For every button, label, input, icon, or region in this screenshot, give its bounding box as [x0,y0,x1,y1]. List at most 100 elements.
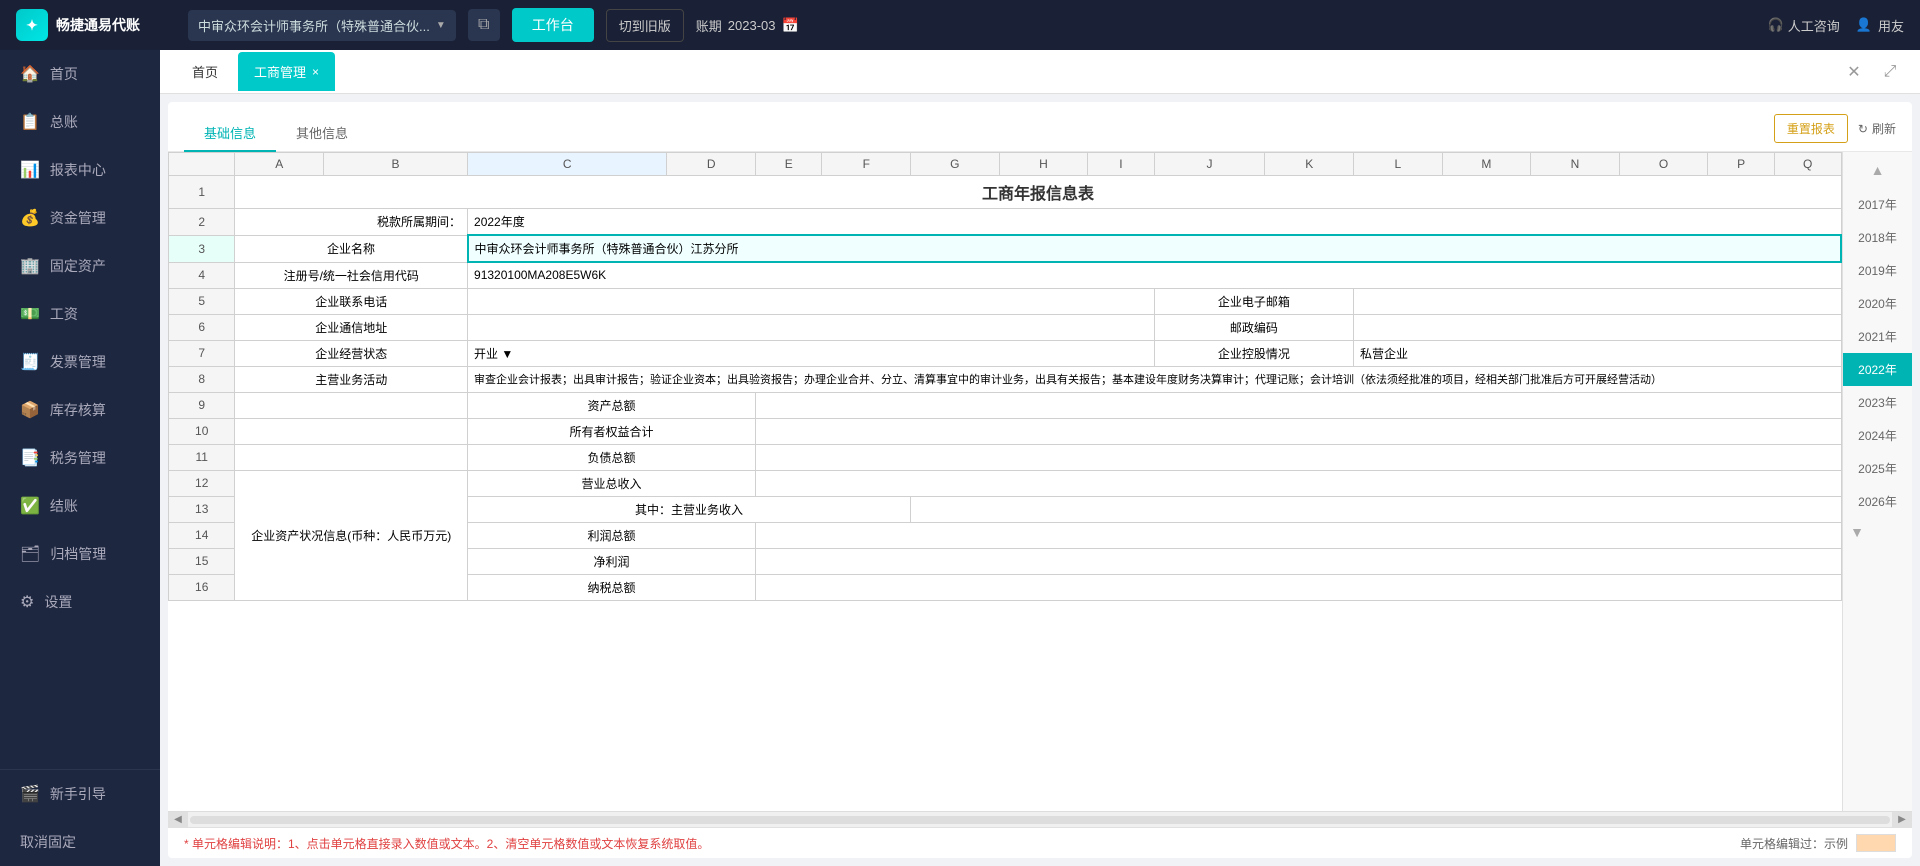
col-header-k: K [1265,153,1354,176]
user-icon: 👤 [1856,17,1872,33]
sidebar-item-ledger[interactable]: 📋 总账 [0,98,160,146]
year-nav-up-button[interactable]: ▲ [1864,156,1892,184]
sidebar-item-unpin[interactable]: 取消固定 [0,818,160,866]
cell-main-revenue-value[interactable] [911,496,1841,522]
sub-tab-other-label: 其他信息 [296,126,348,141]
year-item-2023[interactable]: 2023年 [1843,386,1912,419]
scroll-right-button[interactable]: ▶ [1892,812,1912,828]
cell-control-value[interactable]: 私营企业 [1354,340,1841,366]
sidebar-item-home[interactable]: 🏠 首页 [0,50,160,98]
cell-title[interactable]: 工商年报信息表 [235,176,1841,209]
calendar-icon[interactable]: 📅 [782,17,799,34]
cell-revenue-value[interactable] [755,470,1841,496]
cell-equity-value[interactable] [755,418,1841,444]
cell-edit-hint: * 单元格编辑说明：1、点击单元格直接录入数值或文本。2、清空单元格数值或文本恢… [184,835,709,852]
sidebar-label-inventory: 库存核算 [50,400,106,420]
row-num-10: 10 [169,418,235,444]
cell-address-value[interactable] [468,314,1155,340]
copy-icon[interactable]: ⧉ [468,9,500,41]
sub-tab-other[interactable]: 其他信息 [276,115,368,152]
year-item-2024[interactable]: 2024年 [1843,419,1912,452]
reset-report-button[interactable]: 重置报表 [1774,114,1848,143]
sidebar-item-archive[interactable]: 🗂 归档管理 [0,530,160,578]
scroll-track[interactable] [190,816,1890,824]
sidebar-item-guide[interactable]: 🎬 新手引导 [0,770,160,818]
year-item-2022[interactable]: 2022年 [1843,353,1912,386]
year-item-2017[interactable]: 2017年 [1843,188,1912,221]
row-num-3: 3 [169,235,235,262]
cell-status-value[interactable]: 开业 ▼ [468,340,1155,366]
tab-business-management[interactable]: 工商管理 × [238,52,335,91]
cell-liab-label: 负债总额 [468,444,756,470]
col-header-n: N [1531,153,1620,176]
tab-close-icon[interactable]: × [312,65,319,79]
tab-home[interactable]: 首页 [176,52,234,91]
col-header-i: I [1088,153,1154,176]
cell-tax-period-value[interactable]: 2022年度 [468,209,1841,236]
scroll-left-button[interactable]: ◀ [168,812,188,828]
company-dropdown-arrow: ▼ [436,20,446,31]
year-item-2026[interactable]: 2026年 [1843,485,1912,518]
user-label: 用友 [1878,16,1904,35]
content-area: 首页 工商管理 × ✕ ⤢ 基础信息 其他信息 重置报 [160,50,1920,866]
cell-liab-value[interactable] [755,444,1841,470]
cell-business-label: 主营业务活动 [235,366,468,392]
cell-email-value[interactable] [1354,288,1841,314]
inner-content: 基础信息 其他信息 重置报表 ↻ 刷新 [168,102,1912,858]
cell-address-label: 企业通信地址 [235,314,468,340]
year-item-2021[interactable]: 2021年 [1843,320,1912,353]
cell-edited-label: 单元格编辑过：示例 [1740,835,1848,852]
refresh-label: 刷新 [1872,120,1896,137]
consultation-button[interactable]: 🎧 人工咨询 [1768,16,1840,35]
finance-icon: 💰 [20,208,40,228]
cell-sample [1856,834,1896,852]
cell-net-profit-value[interactable] [755,548,1841,574]
cell-tax-total-label: 纳税总额 [468,574,756,600]
tab-home-label: 首页 [192,62,218,81]
year-item-2018[interactable]: 2018年 [1843,221,1912,254]
sidebar-item-assets[interactable]: 🏢 固定资产 [0,242,160,290]
sidebar-item-inventory[interactable]: 📦 库存核算 [0,386,160,434]
window-expand-button[interactable]: ⤢ [1876,58,1904,86]
col-header-corner [169,153,235,176]
sidebar-item-finance[interactable]: 💰 资金管理 [0,194,160,242]
sidebar-item-report[interactable]: 📊 报表中心 [0,146,160,194]
user-area[interactable]: 👤 用友 [1856,16,1904,35]
col-header-j: J [1154,153,1265,176]
year-item-2019[interactable]: 2019年 [1843,254,1912,287]
cell-profit-value[interactable] [755,522,1841,548]
sub-tab-basic[interactable]: 基础信息 [184,115,276,152]
cell-business-value[interactable]: 审查企业会计报表；出具审计报告；验证企业资本；出具验资报告；办理企业合并、分立、… [468,366,1841,392]
window-close-button[interactable]: ✕ [1840,58,1868,86]
cell-regnum-value[interactable]: 91320100MA208E5W6K [468,262,1841,288]
sidebar-item-invoice[interactable]: 🧾 发票管理 [0,338,160,386]
year-item-2025[interactable]: 2025年 [1843,452,1912,485]
sidebar-item-tax[interactable]: 📑 税务管理 [0,434,160,482]
cell-assets-value[interactable] [755,392,1841,418]
row-num-12: 12 [169,470,235,496]
sidebar-item-settings[interactable]: ⚙ 设置 [0,578,160,626]
year-nav-down-button[interactable]: ▼ [1843,518,1871,546]
cell-phone-value[interactable] [468,288,1155,314]
cell-tax-total-value[interactable] [755,574,1841,600]
bottom-scroll[interactable]: ◀ ▶ [168,811,1912,827]
sidebar-item-salary[interactable]: 💵 工资 [0,290,160,338]
sub-tabs: 基础信息 其他信息 重置报表 ↻ 刷新 [168,102,1912,152]
cell-postal-value[interactable] [1354,314,1841,340]
unpin-label: 取消固定 [20,832,76,852]
company-name: 中审众环会计师事务所（特殊普通合伙... [198,16,430,35]
sidebar: 🏠 首页 📋 总账 📊 报表中心 💰 资金管理 🏢 固定资产 💵 工资 🧾 发票… [0,50,160,866]
sidebar-label-home: 首页 [50,64,78,84]
spreadsheet-main[interactable]: A B C D E F G H I J K L [168,152,1842,811]
sidebar-item-settle[interactable]: ✅ 结账 [0,482,160,530]
year-item-2020[interactable]: 2020年 [1843,287,1912,320]
cell-company-value[interactable]: 中审众环会计师事务所（特殊普通合伙）江苏分所 [468,235,1841,262]
company-selector[interactable]: 中审众环会计师事务所（特殊普通合伙... ▼ [188,10,456,41]
right-panel-top: ▲ [1843,152,1912,188]
bottom-bar-right: 单元格编辑过：示例 [1740,834,1896,852]
workbench-button[interactable]: 工作台 [512,8,594,42]
old-version-button[interactable]: 切到旧版 [606,9,684,42]
refresh-button[interactable]: ↻ 刷新 [1858,120,1896,137]
table-row: 12 企业资产状况信息(币种：人民币万元) 营业总收入 [169,470,1842,496]
row-num-13: 13 [169,496,235,522]
